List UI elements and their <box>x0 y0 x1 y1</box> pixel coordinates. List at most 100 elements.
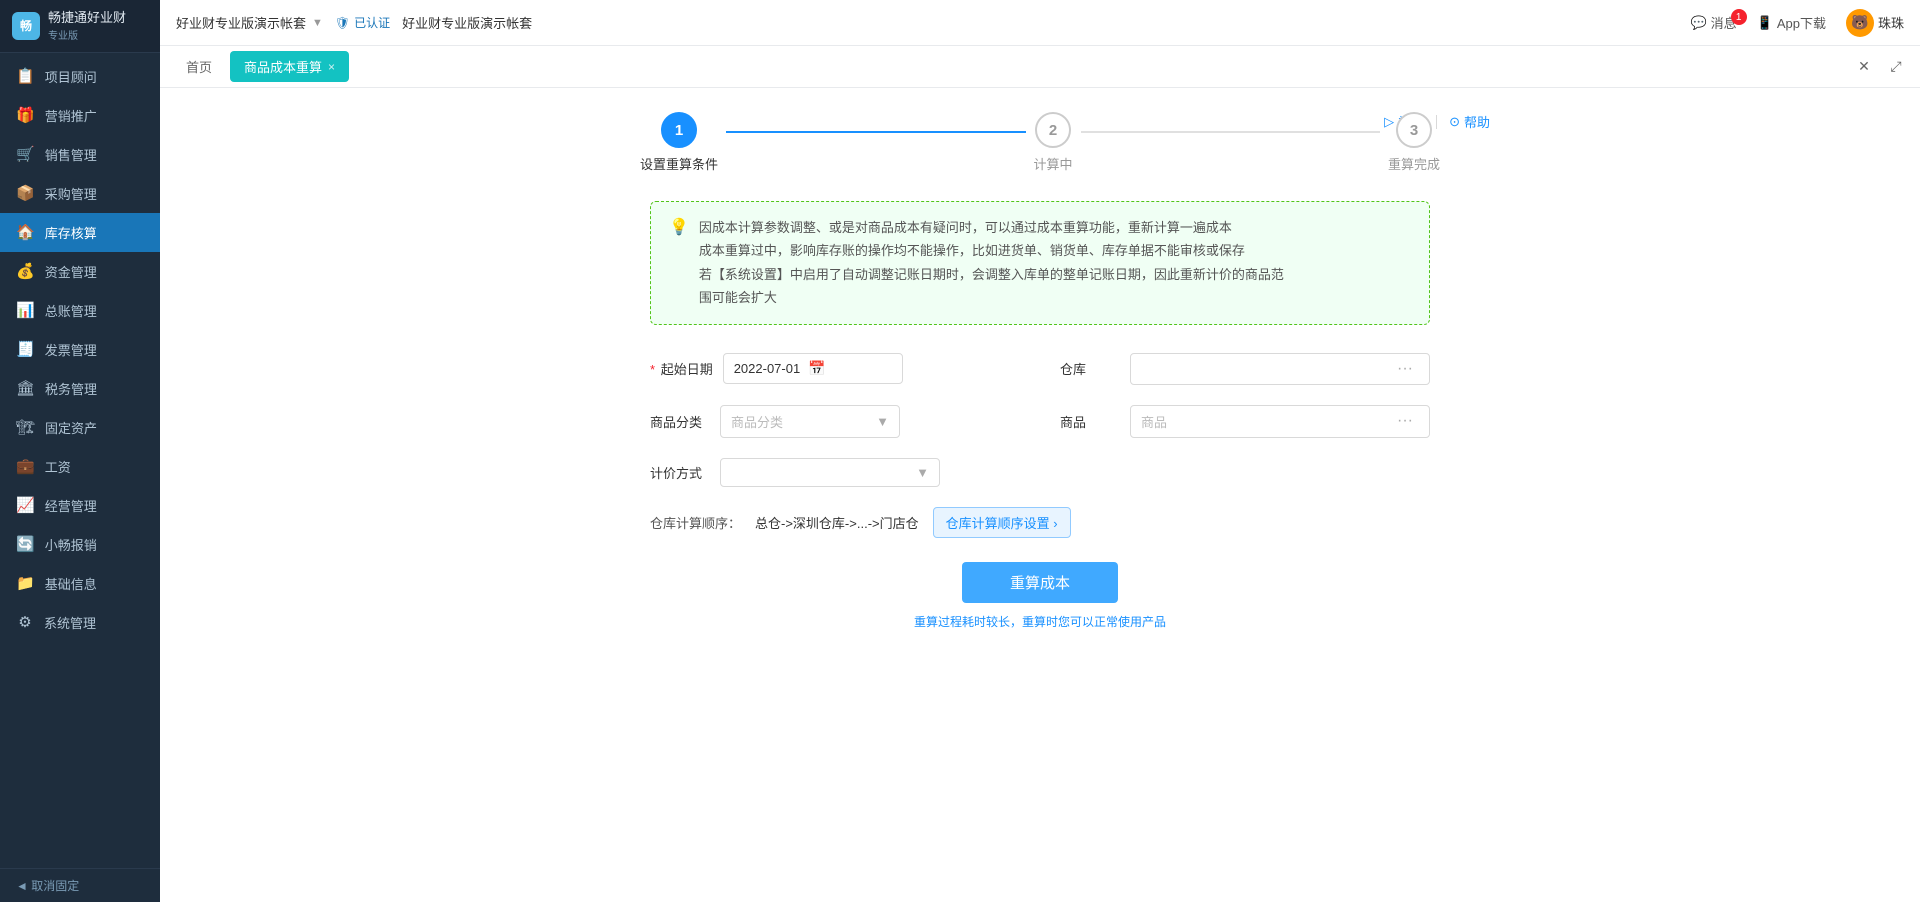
sidebar-item-expense[interactable]: 🔄 小畅报销 <box>0 525 160 564</box>
step-2: 2 计算中 <box>1034 112 1073 173</box>
sidebar-item-label-inventory: 库存核算 <box>45 223 97 242</box>
step-2-label: 计算中 <box>1034 154 1073 173</box>
tax-icon: 🏛 <box>16 379 35 397</box>
tab-cost-recalc[interactable]: 商品成本重算 × <box>230 51 349 82</box>
product-placeholder: 商品 <box>1141 412 1167 431</box>
sidebar-item-project[interactable]: 📋 项目顾问 <box>0 57 160 96</box>
submit-hint: 重算过程耗时较长，重算时您可以正常使用产品 <box>650 613 1430 630</box>
sidebar-item-inventory[interactable]: 🏠 库存核算 <box>0 213 160 252</box>
sidebar-header: 畅 畅捷通好业财 专业版 <box>0 0 160 53</box>
info-text-block: 因成本计算参数调整、或是对商品成本有疑问时，可以通过成本重算功能，重新计算一遍成… <box>699 216 1284 310</box>
pricing-select[interactable]: ▼ <box>720 458 940 487</box>
account-dropdown-icon: ▼ <box>312 17 323 29</box>
warehouse-group: 仓库 ··· <box>1060 353 1430 385</box>
message-action[interactable]: 💬 消息 1 <box>1690 13 1736 32</box>
form-row-1: * 起始日期 2022-07-01 📅 仓库 ··· <box>650 353 1430 385</box>
product-dots-icon[interactable]: ··· <box>1391 412 1419 430</box>
topbar-actions: 💬 消息 1 📱 App下载 🐻 珠珠 <box>1690 9 1904 37</box>
sidebar-footer[interactable]: ◄ 取消固定 <box>0 868 160 902</box>
pricing-label: 计价方式 <box>650 463 710 482</box>
invoice-icon: 🧾 <box>16 340 35 358</box>
help-icon: ⊙ <box>1449 114 1460 130</box>
sidebar-item-salary[interactable]: 💼 工资 <box>0 447 160 486</box>
product-input[interactable]: 商品 ··· <box>1130 405 1430 438</box>
info-line-3: 若【系统设置】中启用了自动调整记账日期时，会调整入库单的整单记账日期，因此重新计… <box>699 263 1284 286</box>
assets-icon: 🏗 <box>16 418 35 436</box>
info-line-2: 成本重算过中，影响库存账的操作均不能操作，比如进货单、销货单、库存单据不能审核或… <box>699 239 1284 262</box>
info-line-4: 围可能会扩大 <box>699 286 1284 309</box>
sidebar-item-basic[interactable]: 📁 基础信息 <box>0 564 160 603</box>
content-area: 1 设置重算条件 2 计算中 3 重算完成 ▷ 视频 <box>160 88 1920 902</box>
sidebar-item-ledger[interactable]: 📊 总账管理 <box>0 291 160 330</box>
sidebar-item-label-salary: 工资 <box>45 457 71 476</box>
user-profile[interactable]: 🐻 珠珠 <box>1846 9 1904 37</box>
finance-icon: 💰 <box>16 262 35 280</box>
tabs-bar: 首页 商品成本重算 × ✕ ⤢ <box>160 46 1920 88</box>
help-link[interactable]: ⊙ 帮助 <box>1449 112 1490 131</box>
form-row-2: 商品分类 商品分类 ▼ 商品 商品 ··· <box>650 405 1430 438</box>
close-window-btn[interactable]: ✕ <box>1852 55 1876 79</box>
product-label: 商品 <box>1060 412 1120 431</box>
sidebar-item-label-system: 系统管理 <box>44 613 96 632</box>
calendar-icon: 📅 <box>808 360 825 377</box>
purchase-icon: 📦 <box>16 184 35 202</box>
message-icon: 💬 <box>1690 15 1706 31</box>
submit-recalc-btn[interactable]: 重算成本 <box>962 562 1118 603</box>
operations-icon: 📈 <box>16 496 35 514</box>
warehouse-order-settings-btn[interactable]: 仓库计算顺序设置 › <box>933 507 1071 538</box>
sidebar-item-system[interactable]: ⚙ 系统管理 <box>0 603 160 642</box>
inventory-icon: 🏠 <box>16 223 35 241</box>
category-select[interactable]: 商品分类 ▼ <box>720 405 900 438</box>
avatar: 🐻 <box>1846 9 1874 37</box>
sidebar-item-sales[interactable]: 🛒 销售管理 <box>0 135 160 174</box>
verified-badge: 🛡 已认证 <box>335 14 390 31</box>
start-date-value: 2022-07-01 <box>734 361 801 376</box>
sidebar-item-label-tax: 税务管理 <box>45 379 97 398</box>
account-name: 好业财专业版演示帐套 <box>176 13 306 32</box>
warehouse-order-prefix: 仓库计算顺序： <box>650 513 741 532</box>
step-line-1 <box>726 131 1025 133</box>
sidebar-item-label-sales: 销售管理 <box>45 145 97 164</box>
sidebar-item-label-finance: 资金管理 <box>45 262 97 281</box>
sidebar-item-label-purchase: 采购管理 <box>45 184 97 203</box>
sidebar-item-marketing[interactable]: 🎁 营销推广 <box>0 96 160 135</box>
sidebar-item-assets[interactable]: 🏗 固定资产 <box>0 408 160 447</box>
warehouse-label: 仓库 <box>1060 359 1120 378</box>
step-1-circle: 1 <box>661 112 697 148</box>
sidebar-item-label-basic: 基础信息 <box>45 574 97 593</box>
sidebar-item-tax[interactable]: 🏛 税务管理 <box>0 369 160 408</box>
sidebar-nav: 📋 项目顾问 🎁 营销推广 🛒 销售管理 📦 采购管理 🏠 库存核算 💰 资金管… <box>0 53 160 868</box>
account-selector[interactable]: 好业财专业版演示帐套 ▼ <box>176 13 323 32</box>
unpin-label: ◄ 取消固定 <box>16 877 79 894</box>
sidebar-item-label-project: 项目顾问 <box>45 67 97 86</box>
step-3-label: 重算完成 <box>1388 154 1440 173</box>
warehouse-input[interactable]: ··· <box>1130 353 1430 385</box>
salary-icon: 💼 <box>16 457 35 475</box>
warehouse-dots-icon[interactable]: ··· <box>1391 360 1419 378</box>
maximize-btn[interactable]: ⤢ <box>1884 55 1908 79</box>
start-date-input[interactable]: 2022-07-01 📅 <box>723 353 903 384</box>
step-1-label: 设置重算条件 <box>640 154 718 173</box>
category-label: 商品分类 <box>650 412 710 431</box>
sidebar-item-label-assets: 固定资产 <box>45 418 97 437</box>
project-icon: 📋 <box>16 67 35 85</box>
app-subtitle: 专业版 <box>48 27 126 42</box>
sidebar-item-invoice[interactable]: 🧾 发票管理 <box>0 330 160 369</box>
tab-home[interactable]: 首页 <box>172 51 226 82</box>
sidebar-item-purchase[interactable]: 📦 采购管理 <box>0 174 160 213</box>
sidebar-item-label-marketing: 营销推广 <box>45 106 97 125</box>
basic-icon: 📁 <box>16 574 35 592</box>
pricing-dropdown-icon: ▼ <box>916 465 929 480</box>
tab-cost-recalc-label: 商品成本重算 <box>244 57 322 76</box>
required-mark: * <box>650 362 655 377</box>
sidebar-item-operations[interactable]: 📈 经营管理 <box>0 486 160 525</box>
expense-icon: 🔄 <box>16 535 35 553</box>
app-download-action[interactable]: 📱 App下载 <box>1757 13 1826 32</box>
step-2-circle: 2 <box>1035 112 1071 148</box>
sidebar-item-label-operations: 经营管理 <box>45 496 97 515</box>
username-label: 珠珠 <box>1878 13 1904 32</box>
sidebar: 畅 畅捷通好业财 专业版 📋 项目顾问 🎁 营销推广 🛒 销售管理 📦 采购管理… <box>0 0 160 902</box>
sidebar-item-finance[interactable]: 💰 资金管理 <box>0 252 160 291</box>
app-download-label: App下载 <box>1777 13 1826 32</box>
tab-close-icon[interactable]: × <box>328 60 335 74</box>
